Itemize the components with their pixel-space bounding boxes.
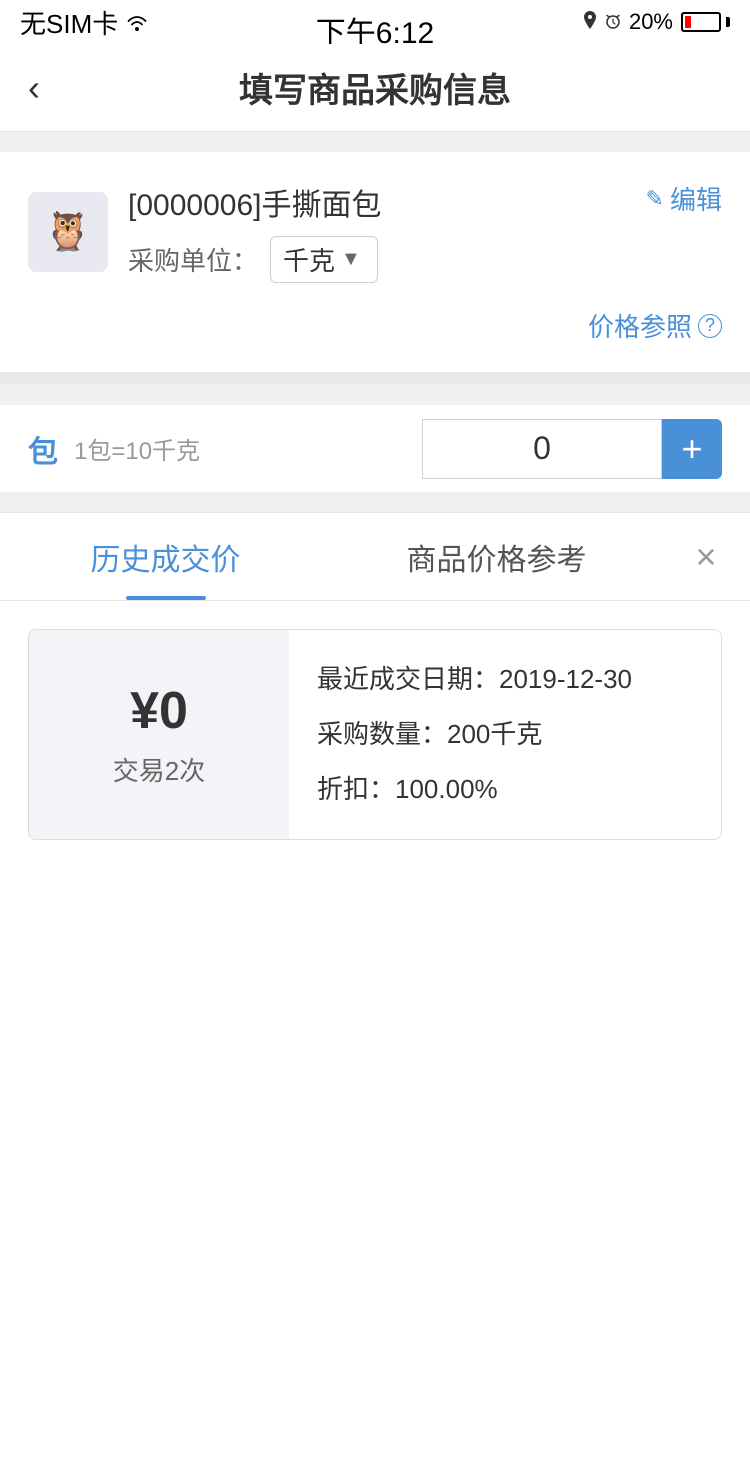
plus-icon: + [681, 428, 702, 470]
carrier-label: 无SIM卡 [20, 4, 118, 41]
unit-value: 千克 [283, 241, 335, 278]
history-left: ¥0 交易2次 [29, 630, 289, 839]
trade-count: 交易2次 [113, 751, 205, 788]
detail-date-row: 最近成交日期：2019-12-30 [317, 660, 693, 699]
tab-price-ref-label: 商品价格参考 [407, 535, 587, 579]
quantity-unit-icon: 包 [28, 427, 58, 471]
product-footer: 价格参照 ? [28, 307, 722, 344]
edit-icon: ✎ [646, 186, 664, 212]
close-button[interactable]: × [662, 513, 750, 601]
alarm-icon [605, 8, 621, 36]
history-price: ¥0 [130, 681, 188, 741]
tabs-container: 历史成交价 商品价格参考 × ¥0 交易2次 最近成交日期：2019-12-30… [0, 512, 750, 1468]
page-title: 填写商品采购信息 [239, 63, 511, 112]
tab-product-price-ref[interactable]: 商品价格参考 [331, 513, 662, 600]
status-left: 无SIM卡 [20, 4, 148, 41]
chevron-down-icon: ▼ [341, 248, 361, 271]
detail-date-value: 2019-12-30 [499, 664, 632, 694]
quantity-plus-button[interactable]: + [662, 419, 722, 479]
help-icon: ? [698, 314, 722, 338]
quantity-controls: 0 + [422, 419, 722, 479]
product-logo-icon: 🦉 [44, 210, 91, 254]
history-card: ¥0 交易2次 最近成交日期：2019-12-30 采购数量：200千克 折扣：… [28, 629, 722, 840]
price-value: 0 [159, 682, 188, 740]
product-unit-row: 采购单位： 千克 ▼ [128, 236, 381, 283]
detail-qty-value: 200千克 [447, 719, 542, 749]
detail-date-label: 最近成交日期： [317, 664, 499, 694]
edit-link[interactable]: ✎ 编辑 [646, 180, 722, 217]
bottom-area [0, 868, 750, 1468]
tab-history-label: 历史成交价 [91, 535, 241, 579]
detail-qty-label: 采购数量： [317, 719, 447, 749]
status-bar: 无SIM卡 下午6:12 20% [0, 0, 750, 44]
price-ref-link[interactable]: 价格参照 ? [588, 307, 722, 344]
tab-history-price[interactable]: 历史成交价 [0, 513, 331, 600]
product-left: 🦉 [0000006]手撕面包 采购单位： 千克 ▼ [28, 180, 381, 283]
divider [0, 372, 750, 384]
nav-bar: ‹ 填写商品采购信息 [0, 44, 750, 132]
detail-discount-value: 100.00% [395, 774, 498, 804]
battery-percent: 20% [629, 9, 673, 35]
currency-symbol: ¥ [130, 682, 159, 740]
unit-label: 采购单位： [128, 241, 258, 278]
quantity-input[interactable]: 0 [422, 419, 662, 479]
product-card: 🦉 [0000006]手撕面包 采购单位： 千克 ▼ ✎ 编辑 价格参照 ? [0, 152, 750, 372]
wifi-icon [126, 7, 148, 38]
back-button[interactable]: ‹ [28, 67, 40, 109]
product-info: [0000006]手撕面包 采购单位： 千克 ▼ [128, 180, 381, 283]
product-name: [0000006]手撕面包 [128, 180, 381, 224]
history-right: 最近成交日期：2019-12-30 采购数量：200千克 折扣：100.00% [289, 630, 721, 839]
status-right: 20% [583, 8, 730, 36]
product-thumbnail: 🦉 [28, 192, 108, 272]
quantity-value: 0 [533, 430, 551, 467]
detail-qty-row: 采购数量：200千克 [317, 715, 693, 754]
location-icon [583, 8, 597, 36]
quantity-unit-note: 1包=10千克 [74, 431, 200, 466]
detail-discount-row: 折扣：100.00% [317, 770, 693, 809]
tabs-header: 历史成交价 商品价格参考 × [0, 513, 750, 601]
price-ref-label: 价格参照 [588, 307, 692, 344]
tab-underline [126, 596, 206, 600]
edit-label: 编辑 [670, 180, 722, 217]
detail-discount-label: 折扣： [317, 774, 395, 804]
quantity-label-group: 包 1包=10千克 [28, 427, 200, 471]
battery-icon [681, 12, 730, 32]
close-icon: × [695, 536, 716, 578]
quantity-row: 包 1包=10千克 0 + [0, 404, 750, 492]
product-header: 🦉 [0000006]手撕面包 采购单位： 千克 ▼ ✎ 编辑 [28, 180, 722, 283]
unit-select[interactable]: 千克 ▼ [270, 236, 378, 283]
